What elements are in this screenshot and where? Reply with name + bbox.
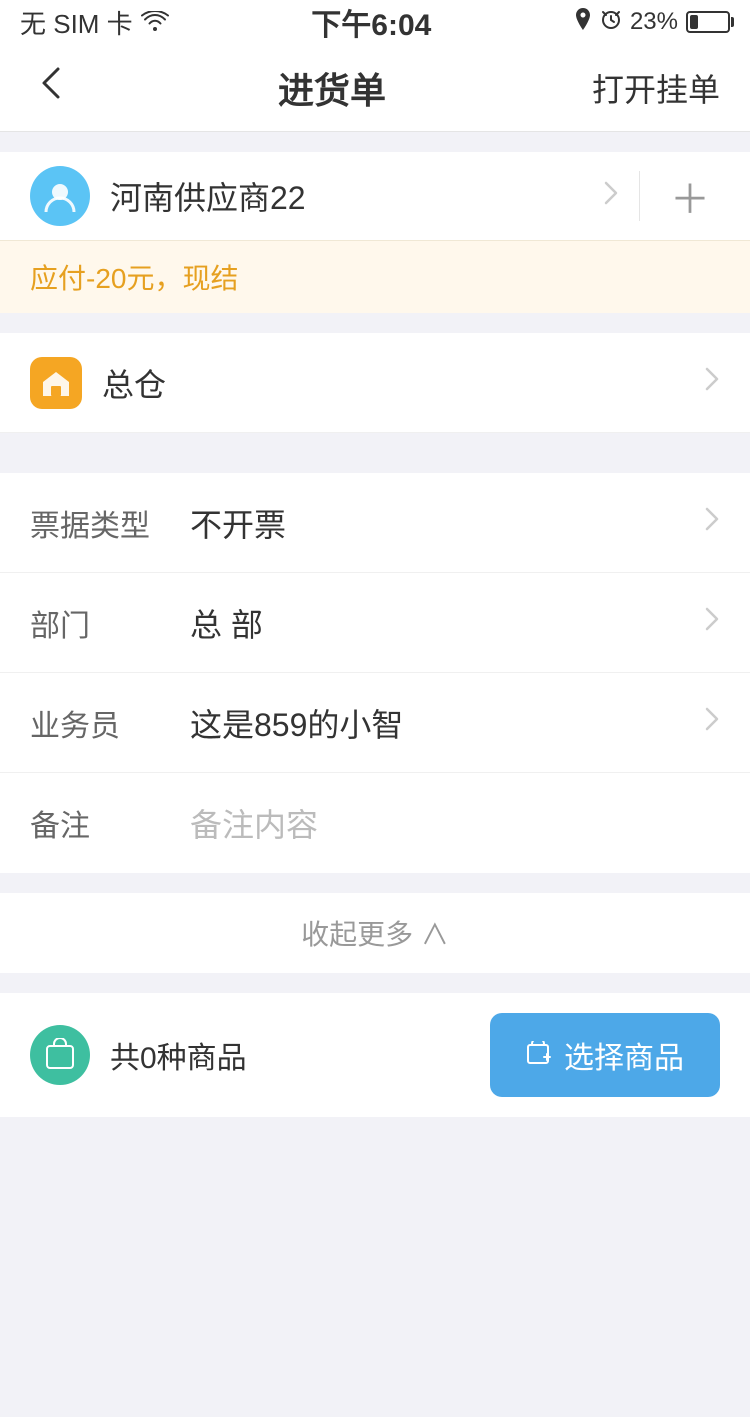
salesperson-row[interactable]: 业务员 这是859的小智 — [0, 673, 750, 773]
battery-icon — [686, 11, 730, 33]
salesperson-label: 业务员 — [30, 701, 170, 745]
form-top-divider — [0, 453, 750, 473]
warehouse-chevron-icon — [704, 366, 720, 399]
alarm-icon — [600, 8, 622, 37]
warehouse-row[interactable]: 总仓 — [0, 333, 750, 433]
status-bar: 无 SIM 卡 下午6:04 23% — [0, 0, 750, 44]
battery-text: 23% — [630, 8, 678, 36]
invoice-type-chevron-icon — [704, 506, 720, 539]
select-product-button[interactable]: 选择商品 — [490, 1013, 720, 1097]
notice-banner: 应付-20元，现结 — [0, 240, 750, 313]
invoice-type-label: 票据类型 — [30, 501, 170, 545]
bottom-fill — [0, 1117, 750, 1417]
product-count: 共0种商品 — [110, 1033, 490, 1077]
warehouse-divider — [0, 313, 750, 333]
location-icon — [574, 8, 592, 37]
invoice-type-value: 不开票 — [170, 500, 704, 546]
supplier-chevron-icon — [603, 180, 619, 213]
product-bar: 共0种商品 选择商品 — [0, 993, 750, 1117]
warehouse-icon — [30, 357, 82, 409]
supplier-row[interactable]: 河南供应商22 ＋ — [0, 152, 750, 240]
back-button[interactable] — [30, 55, 72, 120]
status-left: 无 SIM 卡 — [20, 4, 169, 41]
supplier-divider — [639, 171, 640, 221]
status-time: 下午6:04 — [311, 0, 431, 44]
form-section: 票据类型 不开票 部门 总 部 业务员 这是859的小智 备注 备注内容 — [0, 453, 750, 873]
wifi-icon — [141, 7, 169, 38]
collapse-label: 收起更多 ∧ — [301, 913, 449, 953]
top-divider — [0, 132, 750, 152]
supplier-avatar — [30, 166, 90, 226]
department-row[interactable]: 部门 总 部 — [0, 573, 750, 673]
remark-row[interactable]: 备注 备注内容 — [0, 773, 750, 873]
remark-placeholder[interactable]: 备注内容 — [170, 800, 720, 846]
open-pending-button[interactable]: 打开挂单 — [592, 65, 720, 111]
notice-text: 应付-20元，现结 — [30, 263, 238, 294]
add-supplier-button[interactable]: ＋ — [660, 157, 720, 235]
warehouse-name: 总仓 — [102, 360, 704, 406]
salesperson-chevron-icon — [704, 706, 720, 739]
collapse-toggle[interactable]: 收起更多 ∧ — [0, 893, 750, 973]
remark-label: 备注 — [30, 801, 170, 845]
supplier-name: 河南供应商22 — [110, 173, 603, 219]
status-right: 23% — [574, 8, 730, 37]
department-chevron-icon — [704, 606, 720, 639]
department-label: 部门 — [30, 601, 170, 645]
invoice-type-row[interactable]: 票据类型 不开票 — [0, 473, 750, 573]
carrier-text: 无 SIM 卡 — [20, 4, 133, 41]
department-value: 总 部 — [170, 600, 704, 646]
select-btn-label: 选择商品 — [564, 1033, 684, 1077]
product-icon — [30, 1025, 90, 1085]
nav-bar: 进货单 打开挂单 — [0, 44, 750, 132]
supplier-section: 河南供应商22 ＋ 应付-20元，现结 — [0, 152, 750, 313]
salesperson-value: 这是859的小智 — [170, 700, 704, 746]
page-title: 进货单 — [278, 62, 386, 114]
